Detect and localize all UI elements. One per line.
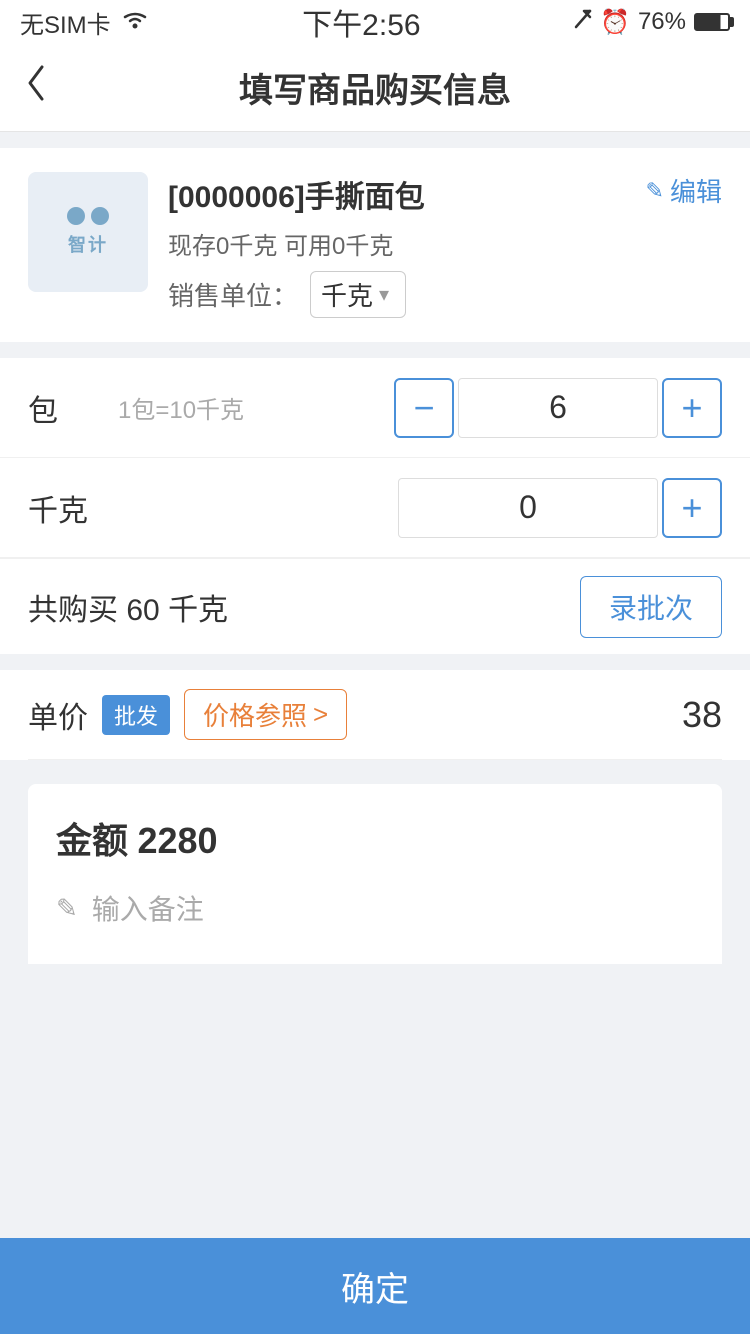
status-time: 下午2:56 — [302, 0, 420, 44]
amount-label: 金额 — [56, 820, 128, 861]
battery-percent: 76% — [638, 8, 686, 36]
alarm-icon: ⏰ — [600, 8, 630, 37]
product-name: [0000006]手撕面包 — [168, 172, 722, 216]
product-thumbnail: 智计 — [28, 172, 148, 292]
wifi-icon — [121, 8, 149, 36]
price-tag: 批发 — [102, 695, 170, 735]
kg-increment-button[interactable]: + — [662, 478, 722, 538]
total-prefix: 共购买 — [28, 594, 118, 627]
confirm-button[interactable]: 确定 — [341, 1262, 409, 1311]
status-right: ⏰ 76% — [574, 8, 730, 37]
bag-qty-input[interactable] — [458, 378, 658, 438]
product-unit-row: 销售单位： 千克 ▾ — [168, 271, 722, 318]
kg-qty-control: + — [398, 478, 722, 538]
unit-dropdown[interactable]: 千克 ▾ — [310, 271, 406, 318]
status-left: 无SIM卡 — [20, 5, 149, 40]
product-stock: 现存0千克 可用0千克 — [168, 226, 722, 261]
edit-label: 编辑 — [670, 172, 722, 209]
pencil-icon: ✎ — [56, 893, 78, 924]
owl-eye-left — [67, 207, 85, 225]
carrier-label: 无SIM卡 — [20, 5, 111, 40]
bag-increment-button[interactable]: + — [662, 378, 722, 438]
amount-text: 金额 2280 — [56, 812, 694, 864]
back-button[interactable] — [24, 63, 48, 112]
bag-label: 包 — [28, 386, 108, 430]
confirm-bar[interactable]: 确定 — [0, 1238, 750, 1334]
kg-qty-input[interactable] — [398, 478, 658, 538]
total-unit: 千克 — [168, 594, 228, 627]
unit-label: 销售单位： — [168, 276, 298, 313]
price-ref-button[interactable]: 价格参照 > — [184, 689, 347, 740]
bag-input-row: 包 1包=10千克 − + — [0, 358, 750, 458]
remark-placeholder: 输入备注 — [92, 888, 204, 928]
price-section: 单价 批发 价格参照 > 38 — [0, 670, 750, 760]
price-value: 38 — [682, 694, 722, 736]
batch-button[interactable]: 录批次 — [580, 576, 722, 638]
bag-qty-control: − + — [394, 378, 722, 438]
product-info: [0000006]手撕面包 现存0千克 可用0千克 销售单位： 千克 ▾ — [168, 172, 722, 318]
owl-eye-right — [91, 207, 109, 225]
page-title: 填写商品购买信息 — [239, 63, 511, 112]
remark-input-row[interactable]: ✎ 输入备注 — [56, 880, 694, 936]
amount-value: 2280 — [137, 820, 217, 861]
logo-text: 智计 — [68, 231, 108, 257]
kg-label: 千克 — [28, 486, 108, 530]
dropdown-arrow-icon: ▾ — [379, 282, 389, 307]
empty-area — [0, 964, 750, 1284]
unit-value: 千克 — [321, 276, 373, 313]
bag-hint: 1包=10千克 — [118, 390, 394, 425]
total-amount: 60 — [126, 594, 159, 627]
amount-section: 金额 2280 ✎ 输入备注 — [0, 760, 750, 964]
total-row: 共购买 60 千克 录批次 — [0, 558, 750, 654]
price-label: 单价 — [28, 693, 88, 737]
price-ref-label: 价格参照 — [203, 696, 307, 733]
total-text: 共购买 60 千克 — [28, 585, 228, 629]
status-bar: 无SIM卡 下午2:56 ⏰ 76% — [0, 0, 750, 44]
battery-icon — [694, 13, 730, 31]
price-row: 单价 批发 价格参照 > 38 — [28, 670, 722, 760]
edit-button[interactable]: ✎ 编辑 — [646, 172, 722, 209]
location-icon — [574, 8, 592, 36]
input-section: 包 1包=10千克 − + 千克 + 共购买 60 千克 录批次 — [0, 358, 750, 654]
logo-owl: 智计 — [64, 207, 112, 257]
price-ref-arrow-icon: > — [313, 699, 328, 730]
amount-row: 金额 2280 ✎ 输入备注 — [28, 784, 722, 964]
nav-bar: 填写商品购买信息 — [0, 44, 750, 132]
bag-decrement-button[interactable]: − — [394, 378, 454, 438]
product-card: 智计 [0000006]手撕面包 现存0千克 可用0千克 销售单位： 千克 ▾ … — [0, 148, 750, 342]
kg-input-row: 千克 + — [0, 458, 750, 558]
edit-icon: ✎ — [646, 178, 664, 204]
